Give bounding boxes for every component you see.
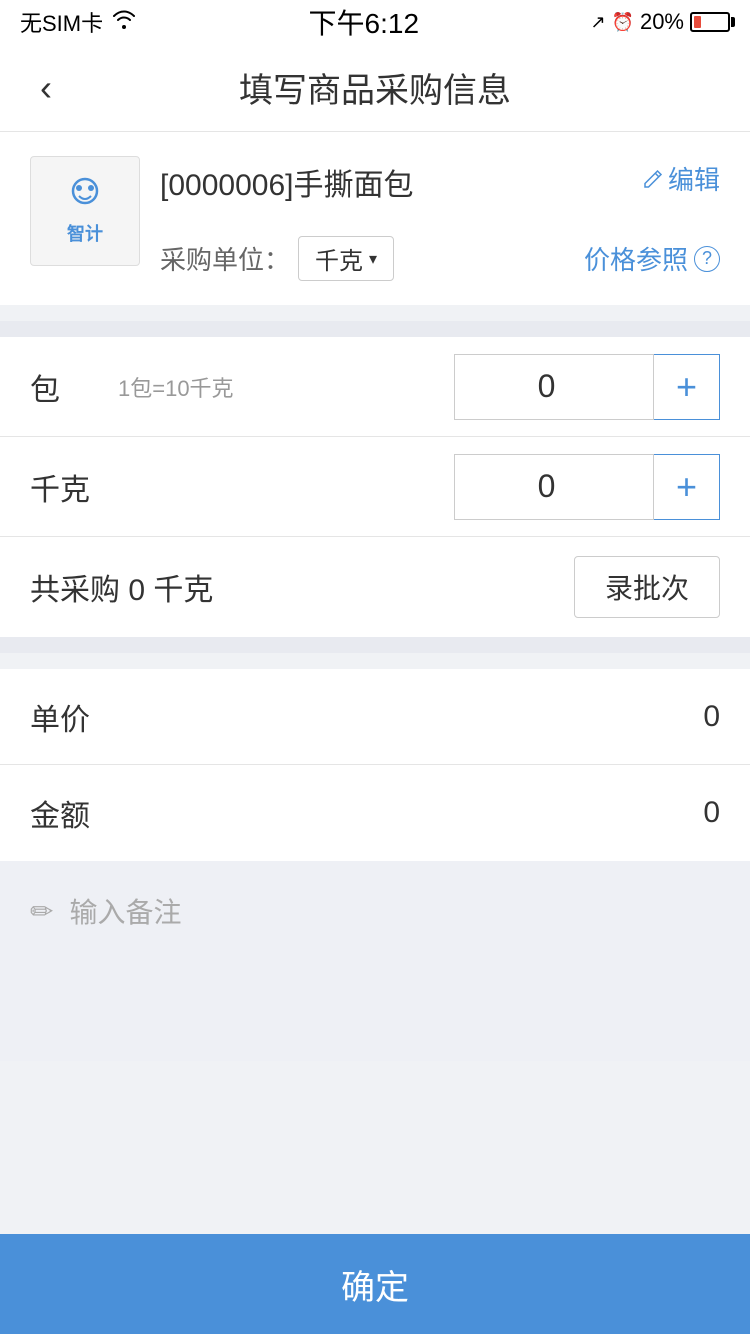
back-button[interactable]: ‹: [30, 57, 62, 119]
summary-row: 共采购 0 千克 录批次: [0, 537, 750, 637]
unit-price-value: 0: [703, 700, 720, 734]
batch-button[interactable]: 录批次: [574, 556, 720, 618]
remark-placeholder[interactable]: 输入备注: [69, 891, 181, 931]
amount-row: 金额 0: [0, 765, 750, 861]
product-card: 智计 [0000006]手撕面包 编辑 采购单位： 千克 ▾ 价格参照: [0, 132, 750, 305]
battery-percent: 20%: [640, 9, 684, 35]
section-divider-1: [0, 321, 750, 337]
bag-input-wrapper: +: [454, 354, 720, 420]
input-section: 包 1包=10千克 + 千克 +: [0, 337, 750, 537]
pencil-icon: ✏: [30, 895, 53, 928]
status-left: 无SIM卡: [20, 6, 137, 38]
kg-input-wrapper: +: [454, 454, 720, 520]
status-time: 下午6:12: [309, 2, 420, 42]
amount-value: 0: [703, 796, 720, 830]
section-divider-2: [0, 637, 750, 653]
status-bar: 无SIM卡 下午6:12 ↗ ⏰ 20%: [0, 0, 750, 44]
summary-text: 共采购 0 千克: [30, 565, 213, 609]
alarm-icon: ⏰: [612, 12, 634, 33]
edit-button[interactable]: 编辑: [642, 160, 720, 197]
bag-input-row: 包 1包=10千克 +: [0, 337, 750, 437]
product-info: [0000006]手撕面包 编辑 采购单位： 千克 ▾ 价格参照 ?: [160, 156, 720, 281]
battery-icon: [690, 12, 730, 32]
remark-input-row[interactable]: ✏ 输入备注: [30, 891, 720, 931]
unit-price-label: 单价: [30, 695, 90, 739]
bag-plus-button[interactable]: +: [654, 354, 720, 420]
confirm-button[interactable]: 确定: [0, 1234, 750, 1334]
kg-plus-button[interactable]: +: [654, 454, 720, 520]
unit-select[interactable]: 千克 ▾: [298, 236, 394, 281]
kg-input[interactable]: [454, 454, 654, 520]
wifi-icon: [111, 9, 137, 35]
page-title: 填写商品采购信息: [239, 63, 511, 112]
logo-text: 智计: [67, 220, 103, 246]
bag-label: 包: [30, 365, 110, 409]
kg-input-row: 千克 +: [0, 437, 750, 537]
price-info-section: 单价 0 金额 0: [0, 669, 750, 861]
location-icon: ↗: [590, 12, 605, 33]
unit-label: 采购单位：: [160, 240, 290, 277]
remark-section: ✏ 输入备注: [0, 861, 750, 1061]
dropdown-icon: ▾: [369, 249, 377, 269]
product-name: [0000006]手撕面包: [160, 160, 413, 204]
nav-bar: ‹ 填写商品采购信息: [0, 44, 750, 132]
amount-label: 金额: [30, 791, 90, 835]
bottom-spacer: [0, 1061, 750, 1161]
bag-input[interactable]: [454, 354, 654, 420]
status-right: ↗ ⏰ 20%: [590, 9, 730, 35]
carrier-text: 无SIM卡: [20, 6, 103, 38]
unit-price-row: 单价 0: [0, 669, 750, 765]
product-thumbnail: 智计: [30, 156, 140, 266]
price-reference-button[interactable]: 价格参照 ?: [584, 240, 720, 277]
bag-sublabel: 1包=10千克: [118, 371, 454, 403]
help-icon: ?: [694, 246, 720, 272]
kg-label: 千克: [30, 465, 110, 509]
